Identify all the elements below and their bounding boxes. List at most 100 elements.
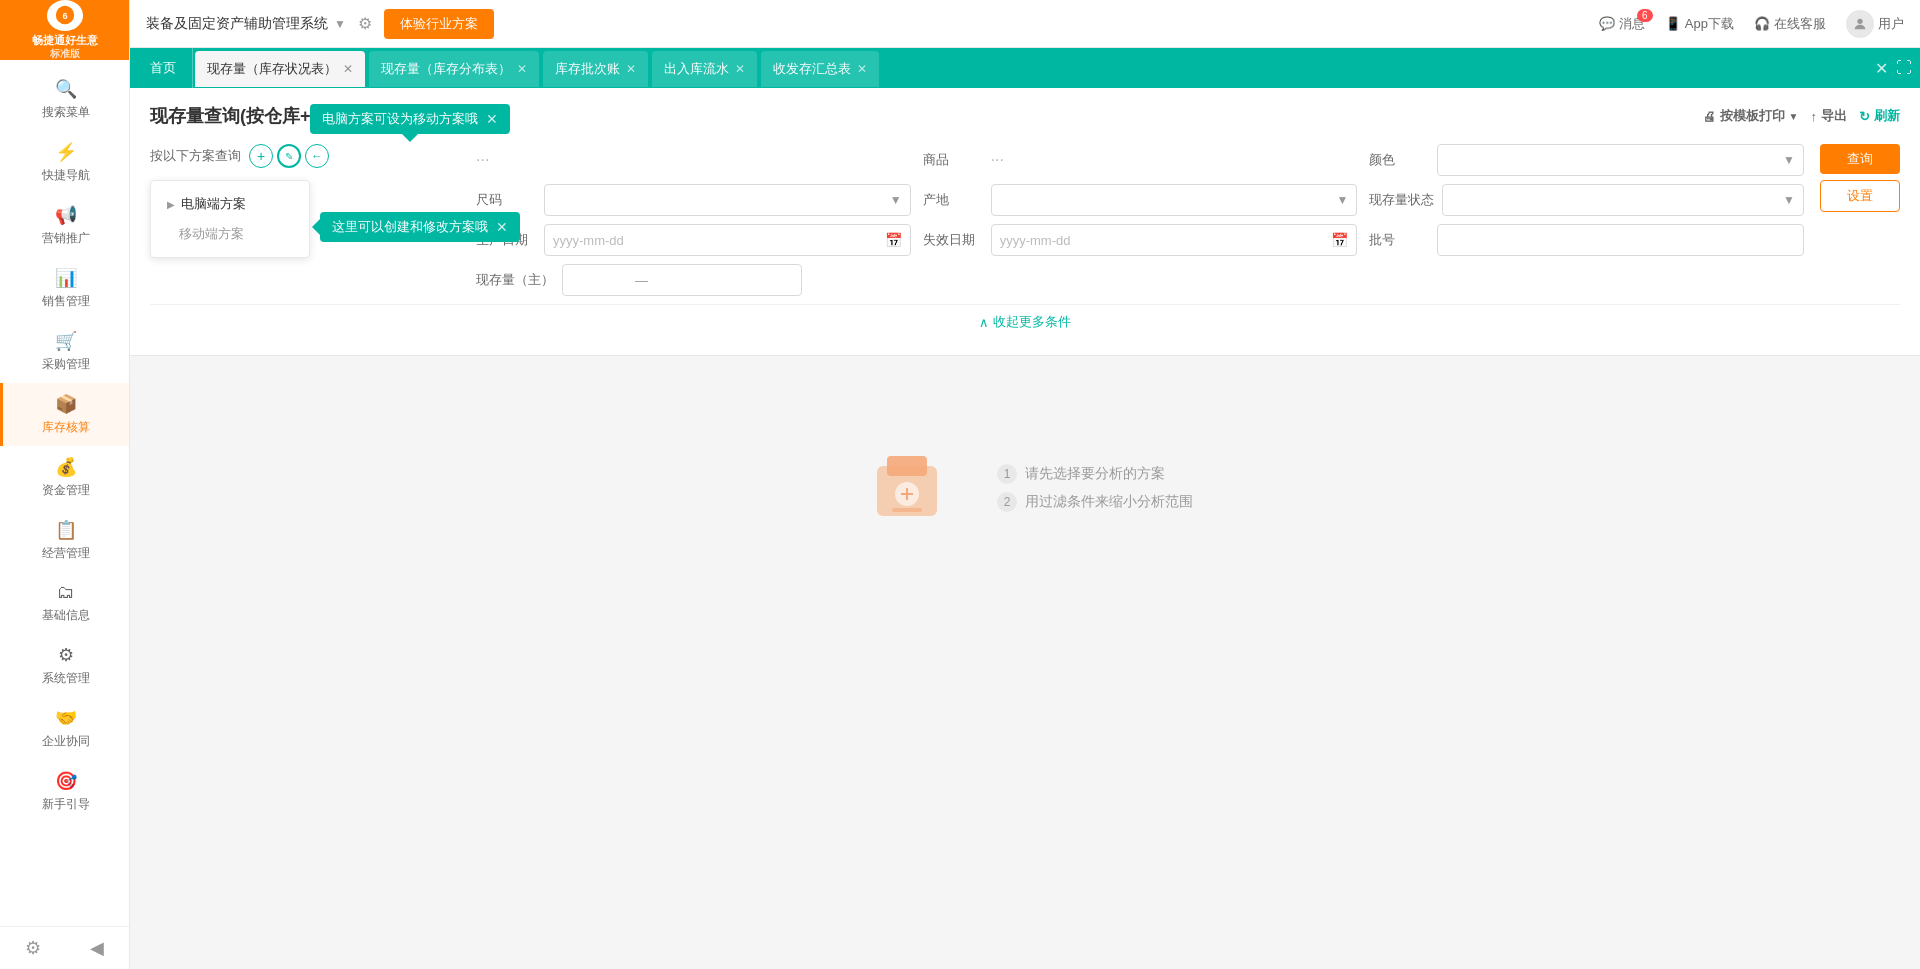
sidebar-item-marketing[interactable]: 📢 营销推广 (0, 194, 129, 257)
sidebar-item-operation[interactable]: 📋 经营管理 (0, 509, 129, 572)
sidebar-item-asset[interactable]: 💰 资金管理 (0, 446, 129, 509)
tab-close-1[interactable]: ✕ (517, 62, 527, 76)
sidebar-item-base[interactable]: 🗂 基础信息 (0, 572, 129, 634)
stock-main-field-row: 现存量（主） — (476, 264, 802, 296)
trial-btn[interactable]: 体验行业方案 (384, 9, 494, 39)
sidebar-label-quick: 快捷导航 (42, 167, 90, 184)
mfg-date-calendar-icon: 📅 (885, 232, 902, 248)
collapse-sidebar-btn[interactable]: ◀ (90, 937, 104, 959)
edit-plan-btn[interactable]: ✎ (277, 144, 301, 168)
query-section: 现存量查询(按仓库+商品) 🖨 按模板打印 ▼ ↑ 导出 ↻ 刷新 (130, 88, 1920, 356)
sidebar-item-sales[interactable]: 📊 销售管理 (0, 257, 129, 320)
mfg-date-field-row: 生产日期 yyyy-mm-dd 📅 (476, 224, 911, 256)
exp-date-label: 失效日期 (923, 231, 983, 249)
logo-icon: 6 (47, 0, 83, 31)
sidebar-nav: 🔍 搜索菜单 ⚡ 快捷导航 📢 营销推广 📊 销售管理 🛒 采购管理 📦 库存核… (0, 60, 129, 926)
origin-label: 产地 (923, 191, 983, 209)
page-content: 现存量查询(按仓库+商品) 🖨 按模板打印 ▼ ↑ 导出 ↻ 刷新 (130, 88, 1920, 969)
message-badge: 6 (1637, 9, 1653, 22)
size-select[interactable]: ▼ (544, 184, 911, 216)
sidebar-label-system: 系统管理 (42, 670, 90, 687)
inventory-icon: 📦 (55, 393, 77, 415)
sidebar-logo: 6 畅捷通好生意 标准版 (0, 0, 129, 60)
online-service-btn[interactable]: 🎧 在线客服 (1754, 15, 1826, 33)
export-icon: ↑ (1811, 109, 1818, 124)
plan-label: 按以下方案查询 (150, 147, 241, 165)
system-icon: ⚙ (58, 644, 74, 666)
mfg-date-placeholder: yyyy-mm-dd (553, 233, 624, 248)
exp-date-input[interactable]: yyyy-mm-dd 📅 (991, 224, 1358, 256)
size-label: 尺码 (476, 191, 536, 209)
refresh-btn[interactable]: ↻ 刷新 (1859, 107, 1900, 125)
base-icon: 🗂 (57, 582, 75, 603)
settings-bottom-btn[interactable]: ⚙ (25, 937, 41, 959)
exp-date-placeholder: yyyy-mm-dd (1000, 233, 1071, 248)
sidebar-item-enterprise[interactable]: 🤝 企业协同 (0, 697, 129, 760)
goods-label: 商品 (923, 151, 983, 169)
tab-close-4[interactable]: ✕ (857, 62, 867, 76)
stock-status-select-arrow: ▼ (1783, 193, 1795, 207)
tab-item-batch[interactable]: 库存批次账 ✕ (543, 51, 648, 87)
sidebar-label-marketing: 营销推广 (42, 230, 90, 247)
empty-step-1: 1 请先选择要分析的方案 (997, 464, 1193, 484)
close-all-tabs-btn[interactable]: ✕ (1875, 59, 1888, 78)
setting-button[interactable]: 设置 (1820, 180, 1900, 212)
search-button[interactable]: 查询 (1820, 144, 1900, 174)
quick-icon: ⚡ (55, 141, 77, 163)
stock-status-select[interactable]: ▼ (1442, 184, 1804, 216)
user-profile-btn[interactable]: 用户 (1846, 10, 1904, 38)
edit-tooltip-close[interactable]: ✕ (496, 219, 508, 235)
plan-tree: ▶ 电脑端方案 移动端方案 (150, 180, 310, 258)
tab-close-0[interactable]: ✕ (343, 62, 353, 76)
plan-tree-desktop[interactable]: ▶ 电脑端方案 (151, 189, 309, 219)
stock-min-input[interactable] (571, 273, 631, 288)
plan-action-buttons: + ✎ ← (249, 144, 329, 168)
collapse-more-btn[interactable]: ∧ 收起更多条件 (150, 304, 1900, 339)
tab-item-flow[interactable]: 出入库流水 ✕ (652, 51, 757, 87)
system-name: 装备及固定资产辅助管理系统 ▼ (146, 15, 346, 33)
exp-date-calendar-icon: 📅 (1331, 232, 1348, 248)
stock-range-input[interactable]: — (562, 264, 802, 296)
export-btn[interactable]: ↑ 导出 (1811, 107, 1848, 125)
tab-item-inventory-dist[interactable]: 现存量（库存分布表） ✕ (369, 51, 539, 87)
sidebar-item-inventory[interactable]: 📦 库存核算 (0, 383, 129, 446)
refresh-icon: ↻ (1859, 109, 1870, 124)
size-field-row: 尺码 ▼ (476, 184, 911, 216)
sidebar-label-asset: 资金管理 (42, 482, 90, 499)
print-arrow: ▼ (1789, 111, 1799, 122)
batch-input[interactable] (1437, 224, 1804, 256)
color-select[interactable]: ▼ (1437, 144, 1804, 176)
empty-steps: 1 请先选择要分析的方案 2 用过滤条件来缩小分析范围 (997, 464, 1193, 512)
prev-plan-btn[interactable]: ← (305, 144, 329, 168)
color-label: 颜色 (1369, 151, 1429, 169)
maximize-btn[interactable]: ⛶ (1896, 59, 1912, 77)
print-btn[interactable]: 🖨 按模板打印 ▼ (1703, 107, 1799, 125)
sales-icon: 📊 (55, 267, 77, 289)
empty-illustration (857, 436, 957, 540)
plan-tooltip-close[interactable]: ✕ (486, 111, 498, 127)
tab-close-3[interactable]: ✕ (735, 62, 745, 76)
sidebar-item-system[interactable]: ⚙ 系统管理 (0, 634, 129, 697)
origin-select-arrow: ▼ (1336, 193, 1348, 207)
tab-item-inventory-status[interactable]: 现存量（库存状况表） ✕ (195, 51, 365, 87)
message-btn[interactable]: 💬 消息 6 (1599, 15, 1645, 33)
sidebar-item-guide[interactable]: 🎯 新手引导 (0, 760, 129, 823)
sidebar-item-search[interactable]: 🔍 搜索菜单 (0, 68, 129, 131)
sidebar-item-quick[interactable]: ⚡ 快捷导航 (0, 131, 129, 194)
origin-select[interactable]: ▼ (991, 184, 1358, 216)
svg-text:6: 6 (62, 11, 67, 21)
sidebar-label-enterprise: 企业协同 (42, 733, 90, 750)
sidebar-item-purchase[interactable]: 🛒 采购管理 (0, 320, 129, 383)
app-download-btn[interactable]: 📱 App下载 (1665, 15, 1734, 33)
add-plan-btn[interactable]: + (249, 144, 273, 168)
settings-gear-btn[interactable]: ⚙ (358, 14, 372, 33)
tab-item-summary[interactable]: 收发存汇总表 ✕ (761, 51, 879, 87)
batch-label: 批号 (1369, 231, 1429, 249)
range-separator: — (635, 273, 648, 288)
origin-field-row: 产地 ▼ (923, 184, 1358, 216)
mfg-date-input[interactable]: yyyy-mm-dd 📅 (544, 224, 911, 256)
tooltip-arrow (402, 134, 418, 142)
tab-close-2[interactable]: ✕ (626, 62, 636, 76)
plan-tree-mobile[interactable]: 移动端方案 (151, 219, 309, 249)
tab-home[interactable]: 首页 (134, 48, 193, 88)
